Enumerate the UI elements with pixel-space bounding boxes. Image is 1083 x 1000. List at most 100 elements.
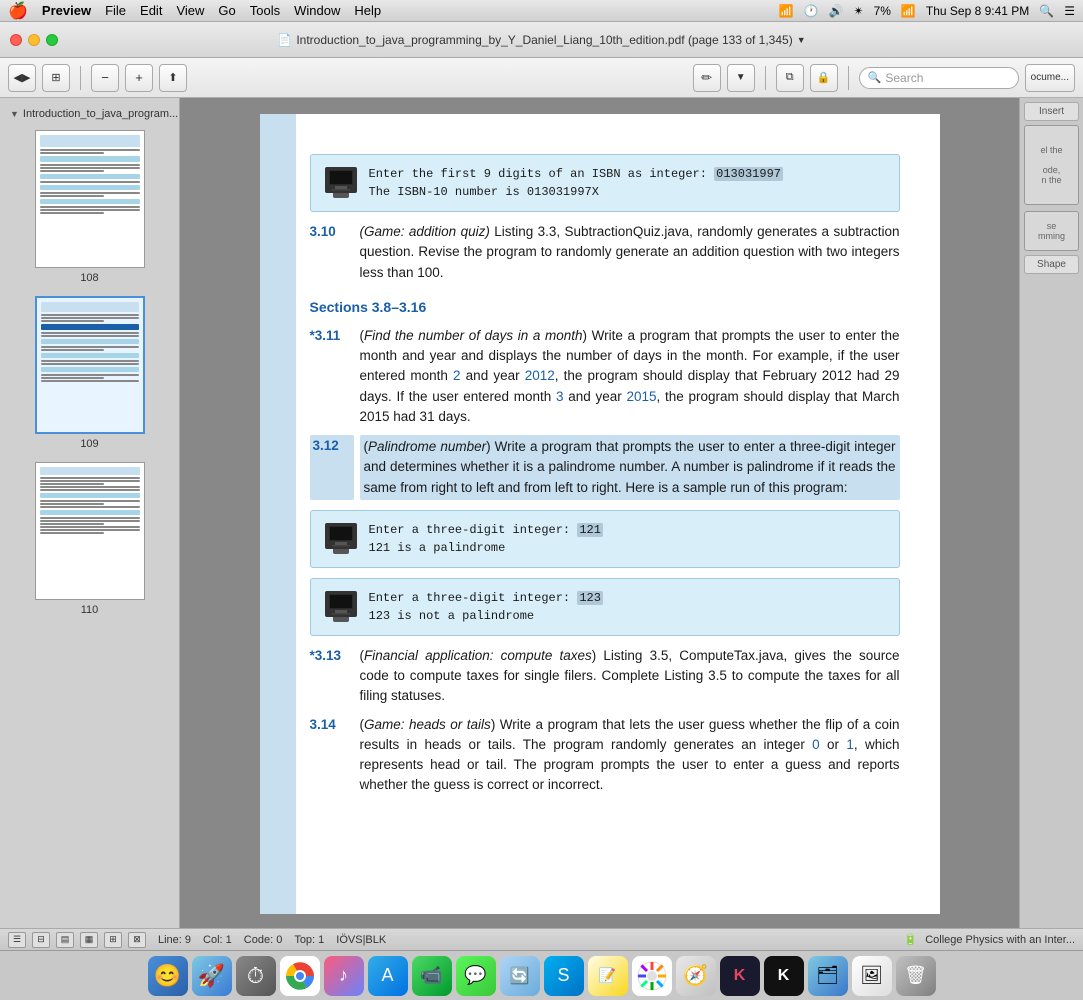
menu-go[interactable]: Go [218, 3, 235, 18]
right-panel: Insert el theode,n the semming Shape [1019, 98, 1083, 928]
chevron-down-icon[interactable]: ▼ [797, 35, 806, 45]
dock-safari[interactable]: 🧭 [676, 956, 716, 996]
terminal-line-2-123: 123 is not a palindrome [369, 607, 885, 625]
bluetooth-icon: ✴ [854, 4, 864, 18]
dock-klokki2[interactable]: K [764, 956, 804, 996]
problem-312-num: 3.12 [310, 435, 354, 500]
pdf-area[interactable]: Enter the first 9 digits of an ISBN as i… [180, 98, 1019, 928]
page-108-thumbnail[interactable] [35, 130, 145, 268]
zoom-in-button[interactable]: + [125, 64, 153, 92]
menu-window[interactable]: Window [294, 3, 340, 18]
window-title: 📄 Introduction_to_java_programming_by_Y_… [277, 33, 805, 47]
insert-button[interactable]: Insert [1024, 102, 1079, 121]
right-panel-preview: el theode,n the [1024, 125, 1079, 205]
input-123-highlight: 123 [577, 591, 603, 605]
terminal-text-121: Enter a three-digit integer: 121 121 is … [369, 521, 885, 557]
problem-313-num: *3.13 [310, 646, 354, 707]
dock-notes[interactable]: 📝 [588, 956, 628, 996]
page-109-thumbnail-wrapper: 109 [0, 292, 179, 454]
page-109-number: 109 [80, 438, 98, 450]
menu-edit[interactable]: Edit [140, 3, 162, 18]
statusbar-btn-4[interactable]: ▦ [80, 932, 98, 948]
dock-skype[interactable]: S [544, 956, 584, 996]
page-110-thumbnail-wrapper: 110 [0, 458, 179, 620]
terminal-line-2-isbn: The ISBN-10 number is 013031997X [369, 183, 885, 201]
toolbar-separator-1 [80, 66, 81, 90]
wifi-bars-icon: 📶 [901, 4, 916, 18]
problem-312-title: Palindrome number [368, 439, 486, 454]
dock-migrate[interactable]: 🔄 [500, 956, 540, 996]
terminal-box-121: Enter a three-digit integer: 121 121 is … [310, 510, 900, 568]
status-code: Code: 0 [244, 934, 283, 946]
lock-button[interactable]: 🔒 [810, 64, 838, 92]
dock-finder[interactable]: 😊 [148, 956, 188, 996]
statusbar-btn-6[interactable]: ⊠ [128, 932, 146, 948]
problem-314-text: (Game: heads or tails) Write a program t… [360, 715, 900, 796]
dock-finder2[interactable]: 🗂 [808, 956, 848, 996]
chevron-down-btn[interactable]: ▼ [727, 64, 755, 92]
dock-dashboard[interactable]: ⏱ [236, 956, 276, 996]
menu-file[interactable]: File [105, 3, 126, 18]
triangle-icon: ▼ [10, 109, 19, 119]
isbn-input-highlight: 013031997 [714, 167, 783, 181]
link-2015: 2015 [626, 389, 656, 404]
dock-launchpad[interactable]: 🚀 [192, 956, 232, 996]
notification-icon[interactable]: ☰ [1064, 4, 1075, 18]
dock-trash[interactable]: 🗑 [896, 956, 936, 996]
problem-311-entry: *3.11 (Find the number of days in a mont… [310, 326, 900, 427]
problem-314-num: 3.14 [310, 715, 354, 796]
minimize-button[interactable] [28, 34, 40, 46]
shape-button[interactable]: Shape [1024, 255, 1079, 274]
page-109-thumbnail[interactable] [35, 296, 145, 434]
dock-klokki[interactable]: K [720, 956, 760, 996]
statusbar-btn-1[interactable]: ☰ [8, 932, 26, 948]
dock-photos2[interactable]: 🖼 [852, 956, 892, 996]
link-3: 3 [556, 389, 564, 404]
terminal-line-1-123: Enter a three-digit integer: 123 [369, 589, 885, 607]
statusbar-btn-3[interactable]: ▤ [56, 932, 74, 948]
search-box[interactable]: 🔍 Search [859, 67, 1019, 89]
input-121-highlight: 121 [577, 523, 603, 537]
sidebar-label[interactable]: ▼ Introduction_to_java_program... [0, 106, 179, 122]
section-header-38-316: Sections 3.8–3.16 [310, 297, 900, 318]
status-col: Col: 1 [203, 934, 232, 946]
apple-menu[interactable]: 🍎 [8, 1, 28, 21]
statusbar-btn-2[interactable]: ⊟ [32, 932, 50, 948]
dock-photos[interactable] [632, 956, 672, 996]
copy-button[interactable]: ⧉ [776, 64, 804, 92]
problem-313-title: Financial application: compute taxes [364, 648, 592, 663]
close-button[interactable] [10, 34, 22, 46]
thumbnail-view-button[interactable]: ⊞ [42, 64, 70, 92]
dock-messages[interactable]: 💬 [456, 956, 496, 996]
maximize-button[interactable] [46, 34, 58, 46]
zoom-out-button[interactable]: − [91, 64, 119, 92]
statusbar-btn-5[interactable]: ⊞ [104, 932, 122, 948]
problem-312-text: (Palindrome number) Write a program that… [360, 435, 900, 500]
statusbar: ☰ ⊟ ▤ ▦ ⊞ ⊠ Line: 9 Col: 1 Code: 0 Top: … [0, 928, 1083, 950]
pen-tool-button[interactable]: ✏ [693, 64, 721, 92]
menubar-right: 📶 🕐 🔊 ✴ 7% 📶 Thu Sep 8 9:41 PM 🔍 ☰ [779, 4, 1075, 18]
dock-facetime[interactable]: 📹 [412, 956, 452, 996]
traffic-lights [10, 34, 58, 46]
menu-help[interactable]: Help [354, 3, 381, 18]
dock: 😊 🚀 ⏱ ♪ A 📹 💬 🔄 S 📝 🧭 [0, 950, 1083, 1000]
share-button[interactable]: ⬆ [159, 64, 187, 92]
menu-view[interactable]: View [176, 3, 204, 18]
computer-icon-121 [325, 523, 357, 549]
battery-status: 7% [874, 4, 891, 18]
page-110-thumbnail[interactable] [35, 462, 145, 600]
sidebar: ▼ Introduction_to_java_program... [0, 98, 180, 928]
spotlight-icon[interactable]: 🔍 [1039, 4, 1054, 18]
dock-appstore[interactable]: A [368, 956, 408, 996]
dock-itunes[interactable]: ♪ [324, 956, 364, 996]
statusbar-left: ☰ ⊟ ▤ ▦ ⊞ ⊠ [8, 932, 146, 948]
problem-313-entry: *3.13 (Financial application: compute ta… [310, 646, 900, 707]
title-label: Introduction_to_java_programming_by_Y_Da… [296, 33, 792, 47]
nav-button[interactable]: ◀▶ [8, 64, 36, 92]
menu-preview[interactable]: Preview [42, 3, 91, 18]
menu-tools[interactable]: Tools [250, 3, 280, 18]
computer-icon-isbn [325, 167, 357, 193]
document-panel-button[interactable]: ocume... [1025, 64, 1075, 92]
dock-chrome[interactable] [280, 956, 320, 996]
file-icon: 📄 [277, 33, 292, 47]
